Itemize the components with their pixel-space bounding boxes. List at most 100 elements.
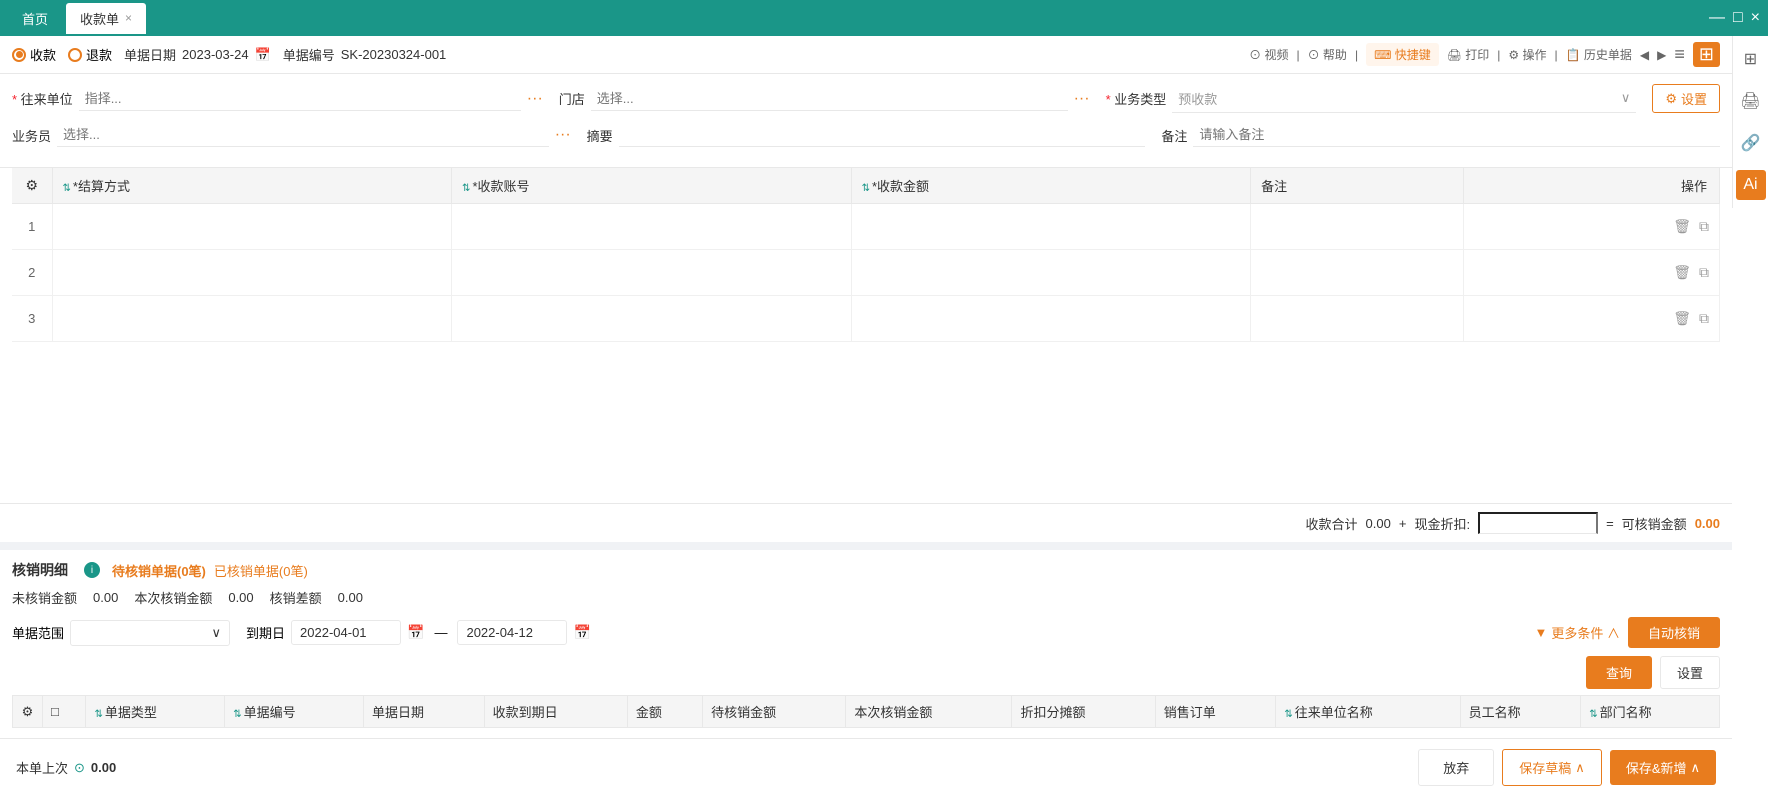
delete-icon-2[interactable]: 🗑: [1673, 264, 1691, 281]
rcol-staff: 员工名称: [1460, 696, 1581, 728]
discard-button[interactable]: 放弃: [1418, 749, 1494, 786]
row-amount-3[interactable]: [851, 296, 1251, 342]
sum-label-3: 可核销金额: [1622, 514, 1687, 533]
side-print-icon[interactable]: 🖨: [1736, 86, 1766, 116]
section-divider: [0, 542, 1732, 550]
side-attach-icon[interactable]: 🔗: [1736, 128, 1766, 158]
rcol-gear[interactable]: ⚙: [13, 696, 43, 728]
rcol-due-date: 收款到期日: [484, 696, 627, 728]
reconcile-diff-label: 核销差额: [270, 588, 322, 607]
video-btn[interactable]: ⊙ 视频: [1249, 46, 1288, 63]
row-account-3[interactable]: [452, 296, 852, 342]
rcol-this-amount: 本次核销金额: [846, 696, 1012, 728]
window-close-btn[interactable]: ×: [1751, 9, 1760, 27]
store-input[interactable]: [591, 87, 1068, 111]
save-new-button[interactable]: 保存&新增 ∧: [1610, 750, 1716, 785]
bill-range-select[interactable]: ∨: [70, 620, 230, 646]
this-reconcile-val: 0.00: [228, 590, 253, 605]
bill-range-label: 单据范围: [12, 623, 64, 642]
settings-button[interactable]: ⚙ 设置: [1652, 84, 1720, 113]
row-remark-2[interactable]: [1251, 250, 1463, 296]
col-settings[interactable]: ⚙: [12, 168, 52, 204]
reconcile-diff-val: 0.00: [338, 590, 363, 605]
staff-input[interactable]: [57, 123, 549, 147]
info-icon[interactable]: i: [84, 562, 100, 578]
save-new-chevron: ∧: [1690, 760, 1700, 776]
shortcut-btn[interactable]: ⌨ 快捷键: [1366, 43, 1439, 66]
counterpart-input[interactable]: [79, 87, 521, 111]
staff-more-btn[interactable]: ···: [555, 126, 571, 144]
bill-no-value[interactable]: SK-20230324-001: [341, 47, 447, 62]
reconcile-header: 核销明细 i 待核销单据(0笔) 已核销单据(0笔): [12, 560, 1720, 580]
bill-no-label: 单据编号: [283, 45, 335, 64]
copy-icon-1[interactable]: ⧉: [1699, 218, 1709, 235]
row-settlement-3[interactable]: [52, 296, 452, 342]
reconcile-stats: 未核销金额 0.00 本次核销金额 0.00 核销差额 0.00: [12, 588, 1720, 607]
tab-home[interactable]: 首页: [8, 3, 62, 34]
tab-pending[interactable]: 待核销单据(0笔): [112, 561, 206, 580]
row-account-2[interactable]: [452, 250, 852, 296]
more-conditions-btn[interactable]: ▼ 更多条件 ∧: [1534, 623, 1620, 642]
calendar-icon-from[interactable]: 📅: [407, 624, 424, 641]
query-btn[interactable]: 查询: [1586, 656, 1652, 689]
bottom-bar: 本单上次 ⊙ 0.00 放弃 保存草稿 ∧ 保存&新增 ∧: [0, 738, 1732, 796]
last-bill-icon[interactable]: ⊙: [74, 760, 85, 776]
store-label: 门店: [559, 89, 585, 108]
tab-close-icon[interactable]: ×: [125, 11, 132, 25]
tab-active[interactable]: 收款单 ×: [66, 3, 146, 34]
window-maximize-btn[interactable]: □: [1733, 9, 1743, 27]
side-camera-icon[interactable]: Ai: [1736, 170, 1766, 200]
toolbar-right: ⊙ 视频 | ⊙ 帮助 | ⌨ 快捷键 🖨 打印 | ⚙ 操作 | 📋 历史单据…: [1249, 42, 1720, 67]
print-btn[interactable]: 🖨 打印: [1447, 46, 1490, 63]
radio-shoukuan[interactable]: 收款: [12, 45, 56, 64]
history-btn[interactable]: 📋 历史单据: [1566, 46, 1632, 63]
remarks-input[interactable]: [1193, 123, 1720, 147]
radio-tuikuan[interactable]: 退款: [68, 45, 112, 64]
row-remark-1[interactable]: [1251, 204, 1463, 250]
bill-no-field: 单据编号 SK-20230324-001: [283, 45, 447, 64]
reconcile-settings-btn[interactable]: 设置: [1660, 656, 1720, 689]
window-minimize-btn[interactable]: —: [1709, 9, 1725, 27]
tab-done[interactable]: 已核销单据(0笔): [214, 561, 308, 580]
operation-btn[interactable]: ⚙ 操作: [1508, 46, 1546, 63]
calendar-icon-to[interactable]: 📅: [573, 624, 590, 641]
summary-field: 摘要: [587, 123, 1146, 147]
row-settlement-2[interactable]: [52, 250, 452, 296]
due-date-label: 到期日: [246, 623, 285, 642]
unreconciled-val: 0.00: [93, 590, 118, 605]
row-remark-3[interactable]: [1251, 296, 1463, 342]
due-date-from[interactable]: [291, 620, 401, 645]
last-bill-label: 本单上次: [16, 758, 68, 777]
last-bill-amount: 0.00: [91, 760, 116, 775]
reconcile-filter: 单据范围 ∨ 到期日 📅 — 📅: [12, 617, 1720, 648]
biz-type-select[interactable]: 预收款 ∨: [1172, 85, 1636, 113]
auto-reconcile-btn[interactable]: 自动核销: [1628, 617, 1720, 648]
col-settlement: ⇅*结算方式: [52, 168, 452, 204]
help-btn[interactable]: ⊙ 帮助: [1308, 46, 1347, 63]
due-date-to[interactable]: [457, 620, 567, 645]
table-container: ⚙ ⇅*结算方式 ⇅*收款账号 ⇅*收款金额 备注 操作 1: [0, 168, 1732, 503]
delete-icon-1[interactable]: 🗑: [1673, 218, 1691, 235]
rcol-check[interactable]: □: [43, 696, 86, 728]
row-no-2: 2: [12, 250, 52, 296]
row-amount-2[interactable]: [851, 250, 1251, 296]
copy-icon-3[interactable]: ⧉: [1699, 310, 1709, 327]
save-draft-button[interactable]: 保存草稿 ∧: [1502, 749, 1602, 786]
filter-icon: ▼: [1534, 625, 1547, 640]
row-settlement-1[interactable]: [52, 204, 452, 250]
cash-discount-input[interactable]: [1478, 512, 1598, 534]
delete-icon-3[interactable]: 🗑: [1673, 310, 1691, 327]
summary-input[interactable]: [619, 123, 1146, 147]
store-more-btn[interactable]: ···: [1074, 90, 1090, 108]
row-amount-1[interactable]: [851, 204, 1251, 250]
side-table-icon[interactable]: ⊞: [1736, 44, 1766, 74]
bill-range-chevron: ∨: [212, 625, 222, 641]
counterpart-more-btn[interactable]: ···: [527, 90, 543, 108]
row-account-1[interactable]: [452, 204, 852, 250]
remarks-field: 备注: [1161, 123, 1720, 147]
copy-icon-2[interactable]: ⧉: [1699, 264, 1709, 281]
calendar-icon[interactable]: 📅: [255, 47, 271, 63]
rcol-pending-amount: 待核销金额: [703, 696, 846, 728]
bill-date-value[interactable]: 2023-03-24: [182, 47, 249, 62]
row-no-1: 1: [12, 204, 52, 250]
